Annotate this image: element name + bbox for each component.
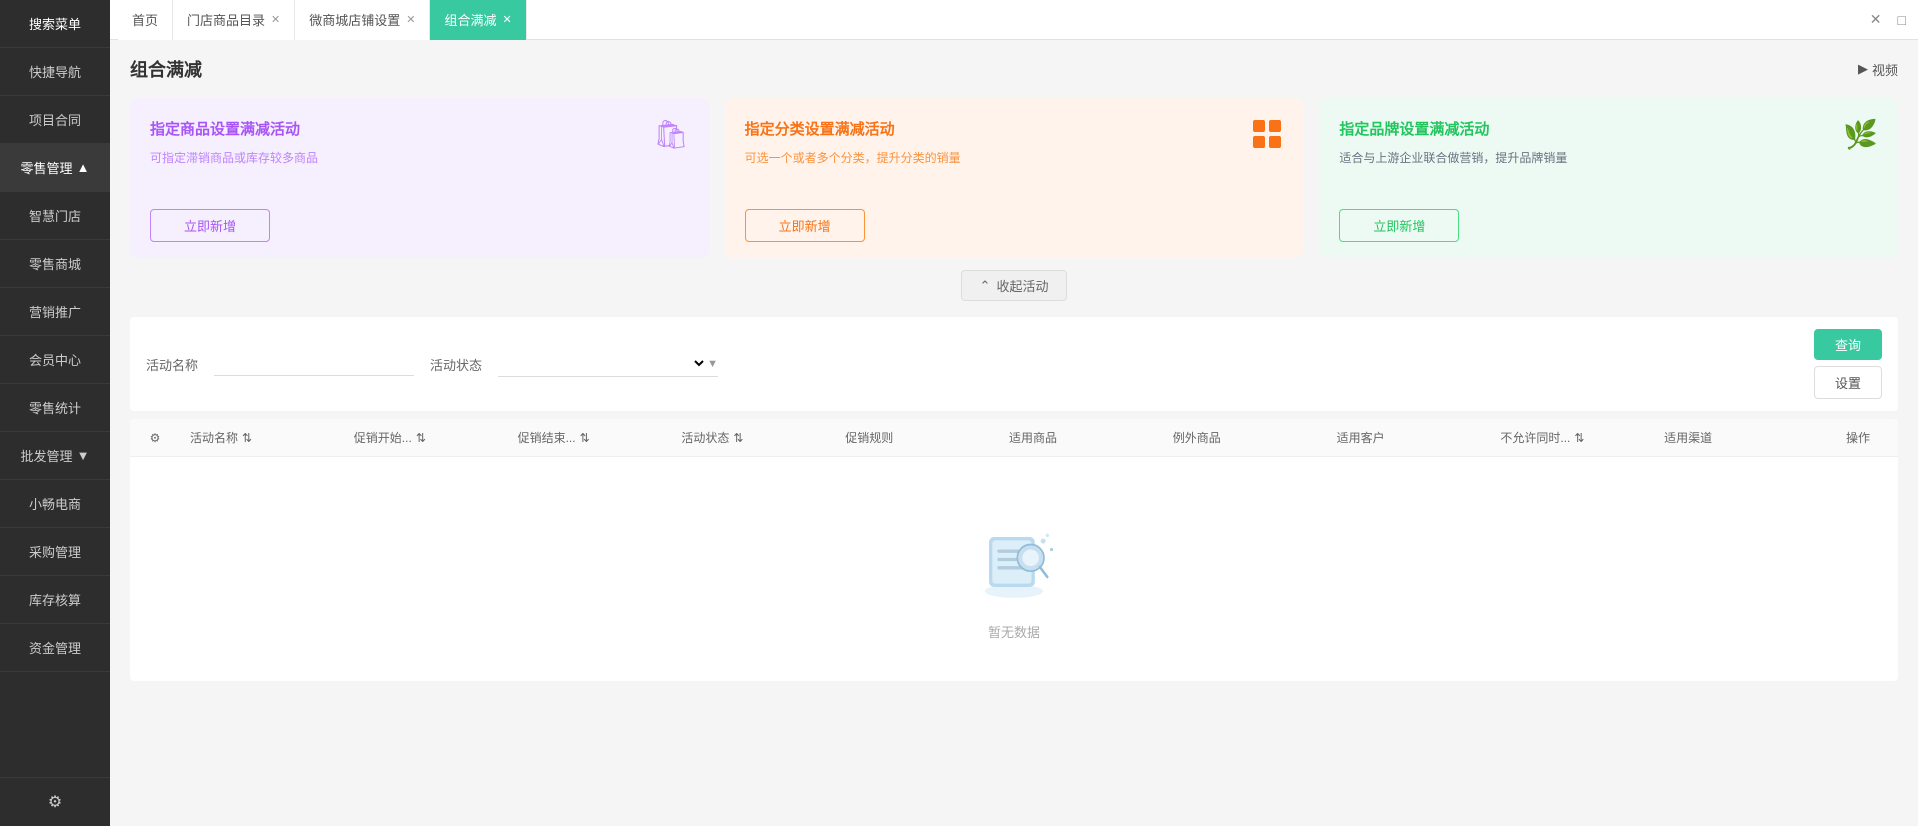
activity-status-select-wrapper: 进行中 已结束 ▼ [498,351,718,377]
tab-combo-discount[interactable]: 组合满减 ✕ [430,0,526,40]
th-exception-goods: 例外商品 [1163,429,1327,446]
empty-state: 暂无数据 [130,457,1898,681]
tab-product-catalog[interactable]: 门店商品目录 ✕ [173,0,295,40]
sort-icon-activity-status[interactable]: ⇅ [733,431,743,445]
card-category-btn[interactable]: 立即新增 [745,209,865,242]
sort-icon-promo-end[interactable]: ⇅ [580,431,590,445]
th-no-simultaneous: 不允许同时... ⇅ [1490,429,1654,446]
sidebar-item-retail-mgmt[interactable]: 零售管理 ▲ [0,144,110,192]
sort-icon-promo-start[interactable]: ⇅ [416,431,426,445]
card-product-btn[interactable]: 立即新增 [150,209,270,242]
settings-btn[interactable]: 设置 [1814,366,1882,399]
maximize-window-btn[interactable]: □ [1894,7,1910,32]
sidebar: 搜索菜单 快捷导航 项目合同 零售管理 ▲ 智慧门店 零售商城 营销推广 会员中… [0,0,110,826]
activity-name-label: 活动名称 [146,355,198,374]
sidebar-item-inventory-check[interactable]: 库存核算 [0,576,110,624]
th-activity-name: 活动名称 ⇅ [180,429,344,446]
collapse-bar: ⌃ 收起活动 [130,270,1898,301]
video-link[interactable]: ▶ 视频 [1858,60,1898,79]
th-applicable-goods: 适用商品 [999,429,1163,446]
card-brand-icon: 🌿 [1843,118,1878,152]
sidebar-item-smart-store[interactable]: 智慧门店 [0,192,110,240]
sidebar-item-finance-mgmt[interactable]: 资金管理 [0,624,110,672]
play-icon: ▶ [1858,61,1868,77]
card-brand-btn[interactable]: 立即新增 [1339,209,1459,242]
tab-home[interactable]: 首页 [118,0,173,40]
sidebar-search[interactable]: 搜索菜单 [0,0,110,48]
tab-bar: 首页 门店商品目录 ✕ 微商城店铺设置 ✕ 组合满减 ✕ ✕ □ [110,0,1918,40]
sort-icon-activity-name[interactable]: ⇅ [242,431,252,445]
page-header: 组合满减 ▶ 视频 [130,56,1898,82]
card-product-title: 指定商品设置满减活动 [150,118,689,139]
close-tab-mini-shop-settings[interactable]: ✕ [406,13,415,26]
card-product-discount: 指定商品设置满减活动 🛍 可指定滞销商品或库存较多商品 立即新增 [130,98,709,258]
card-brand-title: 指定品牌设置满减活动 [1339,118,1878,139]
th-applicable-customer: 适用客户 [1327,429,1491,446]
th-gear[interactable]: ⚙ [130,429,180,446]
th-operations: 操作 [1818,429,1898,446]
card-category-discount: 指定分类设置满减活动 可选一个或者多个分类，提升分类的销量 立即新增 [725,98,1304,258]
th-applicable-channel: 适用渠道 [1654,429,1818,446]
sidebar-item-membership[interactable]: 会员中心 [0,336,110,384]
card-category-icon [1251,118,1283,158]
sidebar-item-retail-stats[interactable]: 零售统计 [0,384,110,432]
sidebar-item-wholesale-mgmt[interactable]: 批发管理 ▼ [0,432,110,480]
th-promo-end: 促销结束... ⇅ [508,429,672,446]
tab-actions: ✕ □ [1866,7,1910,32]
main-content: 组合满减 ▶ 视频 指定商品设置满减活动 🛍 可指定滞销商品或库存较多商品 立即… [110,40,1918,826]
sidebar-item-retail-mall[interactable]: 零售商城 [0,240,110,288]
cards-row: 指定商品设置满减活动 🛍 可指定滞销商品或库存较多商品 立即新增 指定分类设置满… [130,98,1898,258]
close-tab-product-catalog[interactable]: ✕ [271,13,280,26]
activity-name-input[interactable] [214,352,414,376]
chevron-down-icon: ▼ [77,448,90,463]
card-category-desc: 可选一个或者多个分类，提升分类的销量 [745,149,1284,197]
chevron-up-icon: ▲ [77,160,90,175]
empty-illustration [964,517,1064,607]
card-product-desc: 可指定滞销商品或库存较多商品 [150,149,689,197]
card-product-icon: 🛍 [653,118,689,152]
card-category-title: 指定分类设置满减活动 [745,118,1284,139]
card-brand-discount: 指定品牌设置满减活动 🌿 适合与上游企业联合做营销，提升品牌销量 立即新增 [1319,98,1898,258]
main-area: 首页 门店商品目录 ✕ 微商城店铺设置 ✕ 组合满减 ✕ ✕ □ 组合满减 ▶ … [110,0,1918,826]
sidebar-item-quick-nav[interactable]: 快捷导航 [0,48,110,96]
chevron-down-icon: ▼ [707,358,718,370]
activity-status-select[interactable]: 进行中 已结束 [498,351,707,376]
filter-row: 活动名称 活动状态 进行中 已结束 ▼ 查询 设置 [130,317,1898,411]
sidebar-item-xiaochu-ecom[interactable]: 小畅电商 [0,480,110,528]
close-window-btn[interactable]: ✕ [1866,7,1886,32]
chevron-up-icon: ⌃ [980,278,991,294]
sidebar-item-project-contract[interactable]: 项目合同 [0,96,110,144]
collapse-activities-btn[interactable]: ⌃ 收起活动 [961,270,1068,301]
close-tab-combo-discount[interactable]: ✕ [503,13,512,26]
th-activity-status: 活动状态 ⇅ [671,429,835,446]
sidebar-item-purchase-mgmt[interactable]: 采购管理 [0,528,110,576]
tab-mini-shop-settings[interactable]: 微商城店铺设置 ✕ [295,0,430,40]
activity-status-label: 活动状态 [430,355,482,374]
sidebar-item-marketing[interactable]: 营销推广 [0,288,110,336]
th-promo-rule: 促销规则 [835,429,999,446]
table-container: ⚙ 活动名称 ⇅ 促销开始... ⇅ 促销结束... ⇅ 活动状态 ⇅ [130,419,1898,681]
sort-icon-no-simultaneous[interactable]: ⇅ [1574,431,1584,445]
settings-icon: ⚙ [150,431,161,445]
card-brand-desc: 适合与上游企业联合做营销，提升品牌销量 [1339,149,1878,197]
sidebar-settings[interactable]: ⚙ [0,777,110,826]
table-header: ⚙ 活动名称 ⇅ 促销开始... ⇅ 促销结束... ⇅ 活动状态 ⇅ [130,419,1898,457]
gear-icon: ⚙ [48,794,62,811]
th-promo-start: 促销开始... ⇅ [344,429,508,446]
query-btn[interactable]: 查询 [1814,329,1882,360]
empty-text: 暂无数据 [130,622,1898,641]
filter-buttons: 查询 设置 [1814,329,1882,399]
page-title: 组合满减 [130,56,202,82]
